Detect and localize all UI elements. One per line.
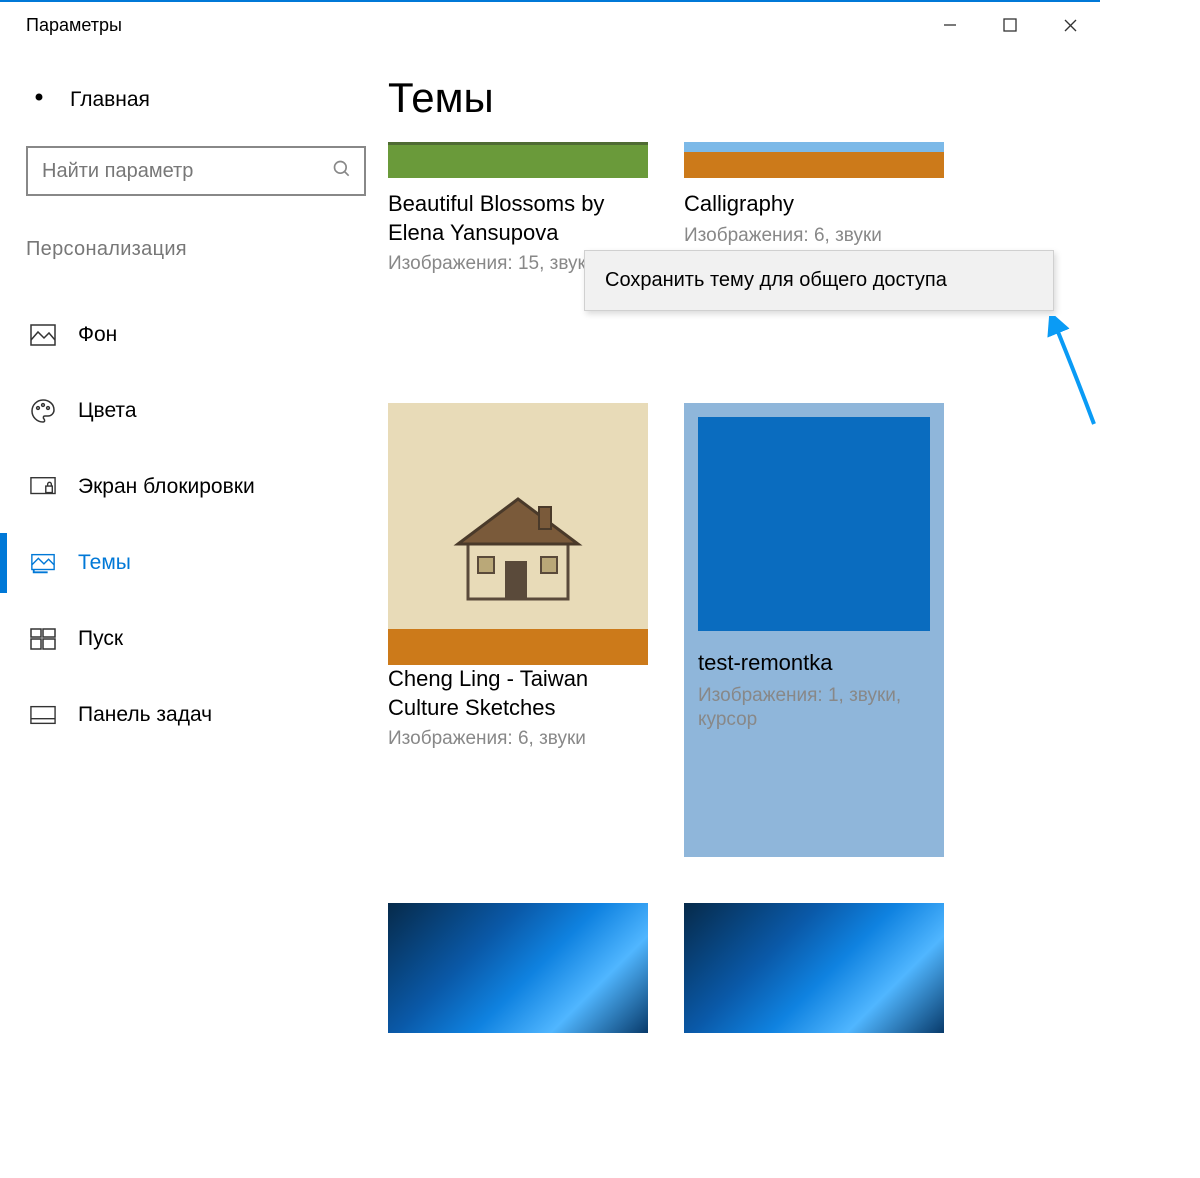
maximize-button[interactable] [980,2,1040,48]
theme-thumbnail [388,142,648,178]
sidebar-item-label: Фон [78,323,117,347]
sidebar-item-colors[interactable]: Цвета [26,373,380,449]
theme-thumbnail: test-remontka Изображения: 1, звуки, кур… [684,403,944,857]
theme-meta: Изображения: 1, звуки, курсор [698,684,930,733]
sidebar-item-label: Цвета [78,399,137,423]
sidebar-item-label: Темы [78,551,131,575]
theme-thumbnail [684,142,944,178]
theme-title: test-remontka [698,649,930,678]
search-icon [332,159,352,184]
annotation-arrow-icon [1046,316,1106,436]
search-input[interactable] [42,160,322,183]
minimize-button[interactable] [920,2,980,48]
lockscreen-icon [30,476,56,498]
theme-thumbnail[interactable] [684,903,944,1033]
theme-thumbnail[interactable] [388,903,648,1033]
sidebar-item-themes[interactable]: Темы [26,525,380,601]
close-button[interactable] [1040,2,1100,48]
theme-title: Calligraphy [684,190,944,219]
start-icon [30,628,56,650]
theme-thumbnail [388,403,648,665]
sidebar-item-lockscreen[interactable]: Экран блокировки [26,449,380,525]
themes-icon [30,551,56,575]
image-icon [30,324,56,346]
theme-title: Cheng Ling - Taiwan Culture Sketches [388,665,648,722]
taskbar-icon [30,705,56,725]
sidebar-item-label: Экран блокировки [78,475,255,499]
home-link[interactable]: Главная [26,84,380,116]
theme-meta: Изображения: 6, звуки [388,728,648,750]
sidebar-item-label: Пуск [78,627,123,651]
category-label: Персонализация [26,238,380,261]
theme-meta: Изображения: 6, звуки [684,225,944,247]
home-label: Главная [70,88,150,112]
window-title: Параметры [26,15,122,36]
sidebar-item-taskbar[interactable]: Панель задач [26,677,380,753]
sidebar-item-label: Панель задач [78,703,212,727]
gear-icon [26,84,52,116]
sidebar-item-background[interactable]: Фон [26,297,380,373]
search-input-wrap[interactable] [26,146,366,196]
sidebar-item-start[interactable]: Пуск [26,601,380,677]
theme-tile[interactable]: Cheng Ling - Taiwan Culture Sketches Изо… [388,403,648,857]
ctx-save-theme[interactable]: Сохранить тему для общего доступа [585,251,1053,310]
palette-icon [30,398,56,424]
theme-tile-selected[interactable]: test-remontka Изображения: 1, звуки, кур… [684,403,944,857]
page-title: Темы [388,74,1080,122]
window-controls [920,2,1100,48]
theme-title: Beautiful Blossoms by Elena Yansupova [388,190,648,247]
context-menu: Сохранить тему для общего доступа [584,250,1054,311]
